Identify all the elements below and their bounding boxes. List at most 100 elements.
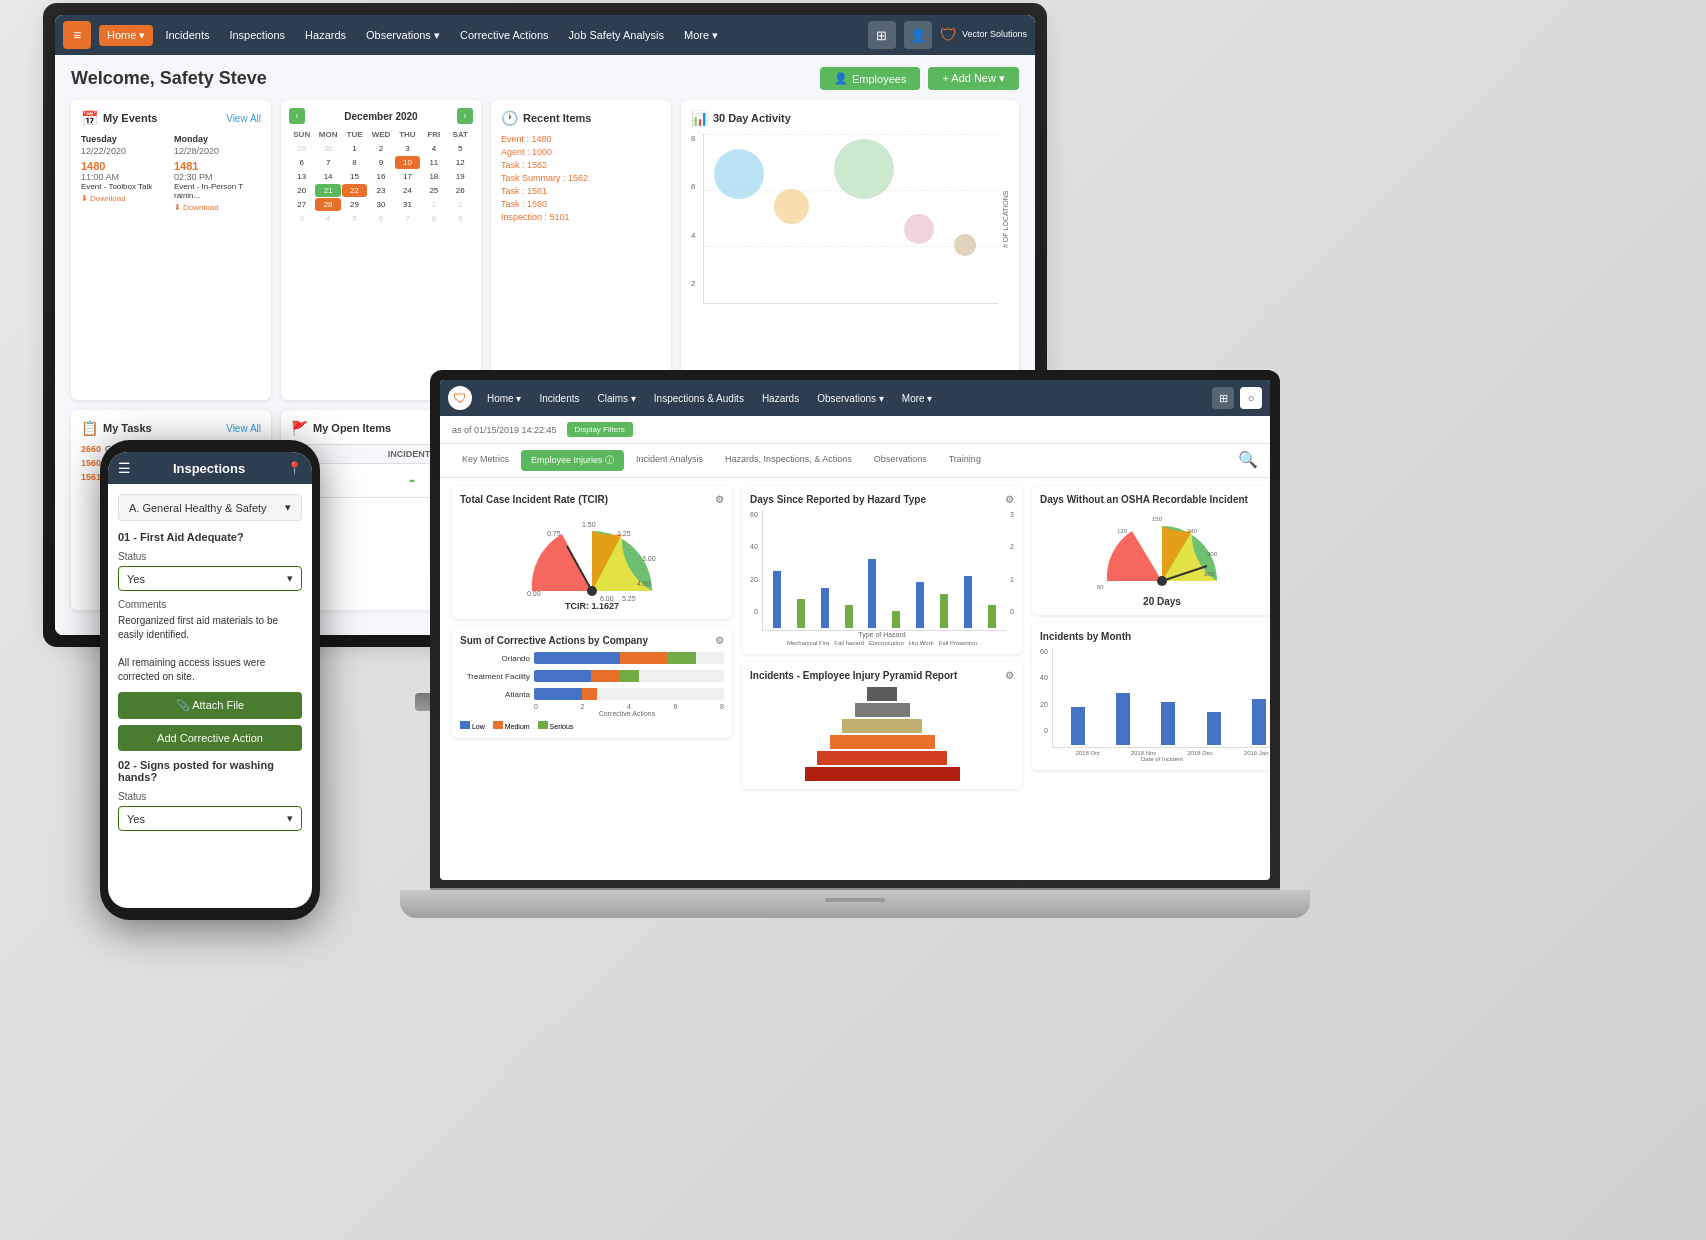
cal-day[interactable]: 14 <box>315 170 340 183</box>
cal-day[interactable]: 4 <box>315 212 340 225</box>
cal-day[interactable]: 31 <box>395 198 420 211</box>
cal-day[interactable]: 2 <box>368 142 393 155</box>
event-2-number[interactable]: 1481 <box>174 160 261 172</box>
cal-day[interactable]: 12 <box>448 156 473 169</box>
tcir-settings-icon[interactable]: ⚙ <box>715 494 724 505</box>
cal-day[interactable]: 18 <box>421 170 446 183</box>
cal-day-21[interactable]: 21 <box>315 184 340 197</box>
desktop-nav-hazards[interactable]: Hazards <box>297 25 354 45</box>
laptop-nav-inspections[interactable]: Inspections & Audits <box>647 390 751 407</box>
phone-section-header[interactable]: A. General Healthy & Safety ▾ <box>118 494 302 521</box>
user-icon[interactable]: 👤 <box>904 21 932 49</box>
cal-day[interactable]: 23 <box>368 184 393 197</box>
laptop-nav-more[interactable]: More ▾ <box>895 390 940 407</box>
cal-day[interactable]: 7 <box>315 156 340 169</box>
cal-day[interactable]: 3 <box>289 212 314 225</box>
cal-day-10[interactable]: 10 <box>395 156 420 169</box>
event-2-download[interactable]: ⬇ Download <box>174 203 261 212</box>
laptop-nav-observations[interactable]: Observations ▾ <box>810 390 891 407</box>
cal-day-28[interactable]: 28 <box>315 198 340 211</box>
laptop-nav-incidents[interactable]: Incidents <box>532 390 586 407</box>
cal-day[interactable]: 16 <box>368 170 393 183</box>
task-1-number[interactable]: 2660 <box>81 444 101 454</box>
cal-day[interactable]: 1 <box>342 142 367 155</box>
desktop-nav-inspections[interactable]: Inspections <box>221 25 293 45</box>
desktop-nav-corrective[interactable]: Corrective Actions <box>452 25 557 45</box>
calendar-next-button[interactable]: › <box>457 108 473 124</box>
recent-item-1[interactable]: Event : 1480 <box>501 134 661 144</box>
recent-item-6[interactable]: Task : 1560 <box>501 199 661 209</box>
laptop-nav-claims[interactable]: Claims ▾ <box>590 390 642 407</box>
phone-location-icon[interactable]: 📍 <box>287 461 302 475</box>
recent-item-7[interactable]: Inspection : 5101 <box>501 212 661 222</box>
cal-day[interactable]: 29 <box>289 142 314 155</box>
laptop-user-icon[interactable]: ○ <box>1240 387 1262 409</box>
cal-day[interactable]: 24 <box>395 184 420 197</box>
tasks-view-all[interactable]: View All <box>226 423 261 434</box>
cal-day[interactable]: 3 <box>395 142 420 155</box>
event-1-download[interactable]: ⬇ Download <box>81 194 168 203</box>
desktop-nav-jsa[interactable]: Job Safety Analysis <box>561 25 672 45</box>
days-reported-settings-icon[interactable]: ⚙ <box>1005 494 1014 505</box>
corrective-settings-icon[interactable]: ⚙ <box>715 635 724 646</box>
pyramid-settings-icon[interactable]: ⚙ <box>1005 670 1014 681</box>
cal-day[interactable]: 17 <box>395 170 420 183</box>
cal-day[interactable]: 1 <box>421 198 446 211</box>
phone-status-select-2[interactable]: Yes ▾ <box>118 806 302 831</box>
cal-day[interactable]: 5 <box>448 142 473 155</box>
calendar-prev-button[interactable]: ‹ <box>289 108 305 124</box>
event-1-number[interactable]: 1480 <box>81 160 168 172</box>
employees-button[interactable]: 👤 Employees <box>820 67 920 90</box>
display-filters-button[interactable]: Display Filters <box>567 422 633 437</box>
laptop-nav-hazards[interactable]: Hazards <box>755 390 806 407</box>
laptop-nav-home[interactable]: Home ▾ <box>480 390 528 407</box>
tab-observations[interactable]: Observations <box>864 450 937 471</box>
filter-icon[interactable]: 🔍 <box>1238 450 1258 471</box>
desktop-nav-more[interactable]: More ▾ <box>676 25 726 46</box>
recent-item-2[interactable]: Agent : 1000 <box>501 147 661 157</box>
phone-menu-icon[interactable]: ☰ <box>118 460 131 476</box>
task-3-number[interactable]: 1561 <box>81 472 101 482</box>
add-corrective-action-button[interactable]: Add Corrective Action <box>118 725 302 751</box>
recent-item-4[interactable]: Task Summary : 1562 <box>501 173 661 183</box>
cal-day[interactable]: 25 <box>421 184 446 197</box>
cal-day[interactable]: 9 <box>448 212 473 225</box>
tab-employee-injuries[interactable]: Employee Injuries ⓘ <box>521 450 624 471</box>
desktop-nav-incidents[interactable]: Incidents <box>157 25 217 45</box>
grid-icon[interactable]: ⊞ <box>868 21 896 49</box>
tab-hazards-inspections[interactable]: Hazards, Inspections, & Actions <box>715 450 862 471</box>
cal-day[interactable]: 30 <box>368 198 393 211</box>
tab-training[interactable]: Training <box>939 450 991 471</box>
desktop-nav-home[interactable]: Home ▾ <box>99 25 153 46</box>
cal-day[interactable]: 29 <box>342 198 367 211</box>
cal-day-22[interactable]: 22 <box>342 184 367 197</box>
events-view-all[interactable]: View All <box>226 113 261 124</box>
cal-day[interactable]: 27 <box>289 198 314 211</box>
cal-day[interactable]: 8 <box>342 156 367 169</box>
cal-day[interactable]: 13 <box>289 170 314 183</box>
attach-file-button[interactable]: 📎 Attach File <box>118 692 302 719</box>
recent-item-3[interactable]: Task : 1562 <box>501 160 661 170</box>
add-new-button[interactable]: + Add New ▾ <box>928 67 1019 90</box>
desktop-nav-observations[interactable]: Observations ▾ <box>358 25 448 46</box>
recent-item-5[interactable]: Task : 1561 <box>501 186 661 196</box>
phone-status-select-1[interactable]: Yes ▾ <box>118 566 302 591</box>
cal-day[interactable]: 6 <box>368 212 393 225</box>
cal-day[interactable]: 20 <box>289 184 314 197</box>
cal-day[interactable]: 2 <box>448 198 473 211</box>
cal-day[interactable]: 30 <box>315 142 340 155</box>
cal-day[interactable]: 8 <box>421 212 446 225</box>
tab-incident-analysis[interactable]: Incident Analysis <box>626 450 713 471</box>
laptop-grid-icon[interactable]: ⊞ <box>1212 387 1234 409</box>
cal-day[interactable]: 5 <box>342 212 367 225</box>
cal-day[interactable]: 15 <box>342 170 367 183</box>
cal-day[interactable]: 26 <box>448 184 473 197</box>
cal-day[interactable]: 7 <box>395 212 420 225</box>
task-2-number[interactable]: 1560 <box>81 458 101 468</box>
laptop-trackpad[interactable] <box>825 898 885 902</box>
cal-day[interactable]: 4 <box>421 142 446 155</box>
tab-key-metrics[interactable]: Key Metrics <box>452 450 519 471</box>
cal-day[interactable]: 6 <box>289 156 314 169</box>
cal-day[interactable]: 9 <box>368 156 393 169</box>
cal-day[interactable]: 11 <box>421 156 446 169</box>
